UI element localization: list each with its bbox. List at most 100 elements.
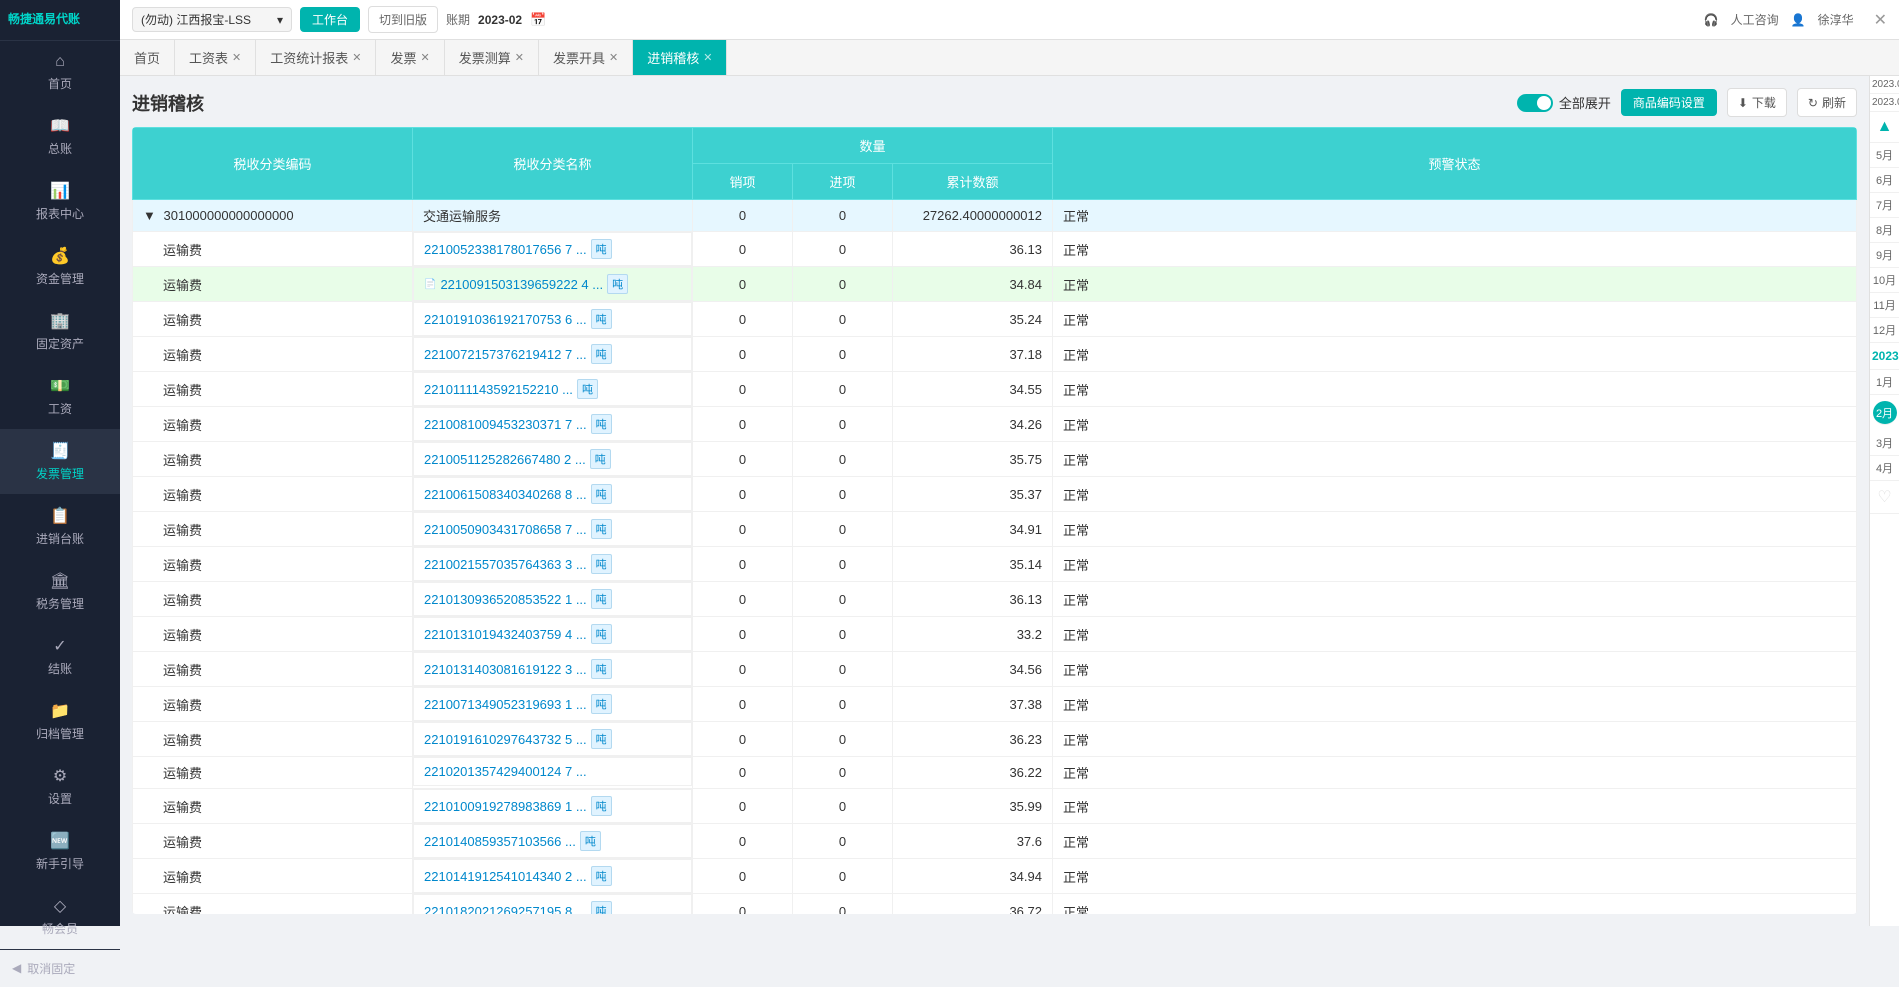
company-selector[interactable]: (勿动) 江西报宝-LSS ▾ [132, 7, 292, 32]
sidebar-item-member[interactable]: ◇ 畅会员 [0, 884, 120, 949]
support-text[interactable]: 人工咨询 [1731, 11, 1779, 28]
row-sales: 0 [693, 722, 793, 757]
row-name: 运输费 [133, 407, 413, 442]
member-icon: ◇ [54, 896, 66, 916]
unpin-button[interactable]: ◀ 取消固定 [0, 950, 120, 987]
row-sales: 0 [693, 337, 793, 372]
sidebar-item-purchase-sales[interactable]: 📋 进销台账 [0, 494, 120, 559]
row-purchase: 0 [793, 789, 893, 824]
sidebar-item-salary[interactable]: 💵 工资 [0, 364, 120, 429]
tab-home[interactable]: 首页 [120, 40, 175, 76]
row-status: 正常 [1053, 372, 1857, 407]
row-sales: 0 [693, 547, 793, 582]
row-invoice: 📄 2210091503139659222 4 ... 吨 [413, 267, 692, 301]
tab-invoice-calc[interactable]: 发票测算 ✕ [445, 40, 539, 76]
tab-invoice[interactable]: 发票 ✕ [376, 40, 444, 76]
right-panel-month-7[interactable]: 7月 [1870, 193, 1899, 218]
pin-icon: ◀ [12, 961, 21, 975]
row-name: 运输费 [133, 722, 413, 757]
switch-button[interactable]: 切到旧版 [368, 6, 438, 33]
right-panel-month-6[interactable]: 6月 [1870, 168, 1899, 193]
tab-salary[interactable]: 工资表 ✕ [175, 40, 256, 76]
right-panel-month-4[interactable]: 4月 [1870, 456, 1899, 481]
calendar-icon[interactable]: 📅 [530, 12, 546, 28]
tab-invoice-check[interactable]: 进销稽核 ✕ [633, 40, 727, 76]
right-panel-nav-up[interactable]: ▲ [1870, 112, 1899, 143]
tab-invoice-open-close[interactable]: ✕ [609, 51, 618, 64]
close-button[interactable]: ✕ [1874, 10, 1887, 30]
right-panel-heart: ♡ [1870, 481, 1899, 514]
sidebar-item-home[interactable]: ⌂ 首页 [0, 41, 120, 104]
sidebar-item-tax[interactable]: 🏛 税务管理 [0, 559, 120, 624]
row-purchase: 0 [793, 617, 893, 652]
row-sales: 0 [693, 302, 793, 337]
sidebar-item-settings-label: 设置 [48, 790, 72, 807]
row-tag: 吨 [591, 901, 612, 914]
row-name: 运输费 [133, 859, 413, 894]
row-status: 正常 [1053, 477, 1857, 512]
row-status: 正常 [1053, 722, 1857, 757]
right-panel-month-3[interactable]: 3月 [1870, 431, 1899, 456]
right-panel-year-2023-1[interactable]: 2023.02 [1870, 76, 1899, 94]
sidebar-item-archive[interactable]: 📁 归档管理 [0, 689, 120, 754]
row-name: 运输费 [133, 372, 413, 407]
row-status: 正常 [1053, 512, 1857, 547]
row-purchase: 0 [793, 442, 893, 477]
right-panel-year-2023-2[interactable]: 2023.02 [1870, 94, 1899, 112]
tab-invoice-check-close[interactable]: ✕ [703, 51, 712, 64]
col-tax-code: 税收分类编码 [133, 128, 413, 200]
group-arrow-icon[interactable]: ▼ [143, 208, 156, 223]
guide-icon: 🆕 [50, 831, 70, 851]
right-panel-current-year[interactable]: 2023 [1870, 343, 1899, 370]
row-invoice: 2210050903431708658 7 ... 吨 [413, 512, 692, 546]
row-tag: 吨 [591, 796, 612, 816]
sidebar-item-invoice-mgmt[interactable]: 🧾 发票管理 [0, 429, 120, 494]
tab-invoice-open[interactable]: 发票开具 ✕ [539, 40, 633, 76]
archive-icon: 📁 [50, 701, 70, 721]
sidebar-item-checkout[interactable]: ✓ 结账 [0, 624, 120, 689]
refresh-button[interactable]: ↻ 刷新 [1797, 88, 1857, 117]
sidebar-item-reports[interactable]: 📊 报表中心 [0, 169, 120, 234]
tab-invoice-calc-label: 发票测算 [459, 48, 511, 67]
row-purchase: 0 [793, 652, 893, 687]
sidebar-item-guide[interactable]: 🆕 新手引导 [0, 819, 120, 884]
table-row: 运输费 2210021557035764363 3 ... 吨 0 0 35.1… [133, 547, 1857, 582]
product-settings-button[interactable]: 商品编码设置 [1621, 89, 1717, 116]
right-panel-month-8[interactable]: 8月 [1870, 218, 1899, 243]
sidebar-item-settings[interactable]: ⚙ 设置 [0, 754, 120, 819]
row-tag: 吨 [591, 554, 612, 574]
right-panel-month-11[interactable]: 11月 [1870, 293, 1899, 318]
sidebar-item-reports-label: 报表中心 [36, 205, 84, 222]
right-panel-month-1[interactable]: 1月 [1870, 370, 1899, 395]
group-sales: 0 [693, 200, 793, 232]
tab-salary-stats-close[interactable]: ✕ [352, 51, 361, 64]
tab-invoice-close[interactable]: ✕ [421, 51, 430, 64]
row-purchase: 0 [793, 722, 893, 757]
settings-icon: ⚙ [53, 766, 67, 786]
right-panel-month-12[interactable]: 12月 [1870, 318, 1899, 343]
row-name: 运输费 [133, 337, 413, 372]
right-panel-month-10[interactable]: 10月 [1870, 268, 1899, 293]
tab-salary-close[interactable]: ✕ [232, 51, 241, 64]
right-panel-current-month[interactable]: 2月 [1873, 401, 1897, 425]
period-label: 账期 [446, 11, 470, 28]
right-panel-month-9[interactable]: 9月 [1870, 243, 1899, 268]
tab-salary-stats[interactable]: 工资统计报表 ✕ [256, 40, 376, 76]
tab-invoice-calc-close[interactable]: ✕ [515, 51, 524, 64]
col-quantity-group: 数量 [693, 128, 1053, 164]
row-cumulative: 36.23 [893, 722, 1053, 757]
table-row: 运输费 2210130936520853522 1 ... 吨 0 0 36.1… [133, 582, 1857, 617]
main-area: 进销稽核 全部展开 商品编码设置 ⬇ 下载 ↻ 刷新 [120, 76, 1869, 926]
right-panel-month-5[interactable]: 5月 [1870, 143, 1899, 168]
table-row: 运输费 2210191610297643732 5 ... 吨 0 0 36.2… [133, 722, 1857, 757]
row-sales: 0 [693, 232, 793, 267]
download-button[interactable]: ⬇ 下载 [1727, 88, 1787, 117]
sidebar-item-ledger[interactable]: 📖 总账 [0, 104, 120, 169]
workspace-button[interactable]: 工作台 [300, 7, 360, 32]
row-invoice: 2210182021269257195 8 ... 吨 [413, 894, 692, 914]
group-purchase: 0 [793, 200, 893, 232]
expand-toggle[interactable] [1517, 94, 1553, 112]
sidebar-item-assets[interactable]: 🏢 固定资产 [0, 299, 120, 364]
purchase-sales-icon: 📋 [50, 506, 70, 526]
sidebar-item-capital[interactable]: 💰 资金管理 [0, 234, 120, 299]
